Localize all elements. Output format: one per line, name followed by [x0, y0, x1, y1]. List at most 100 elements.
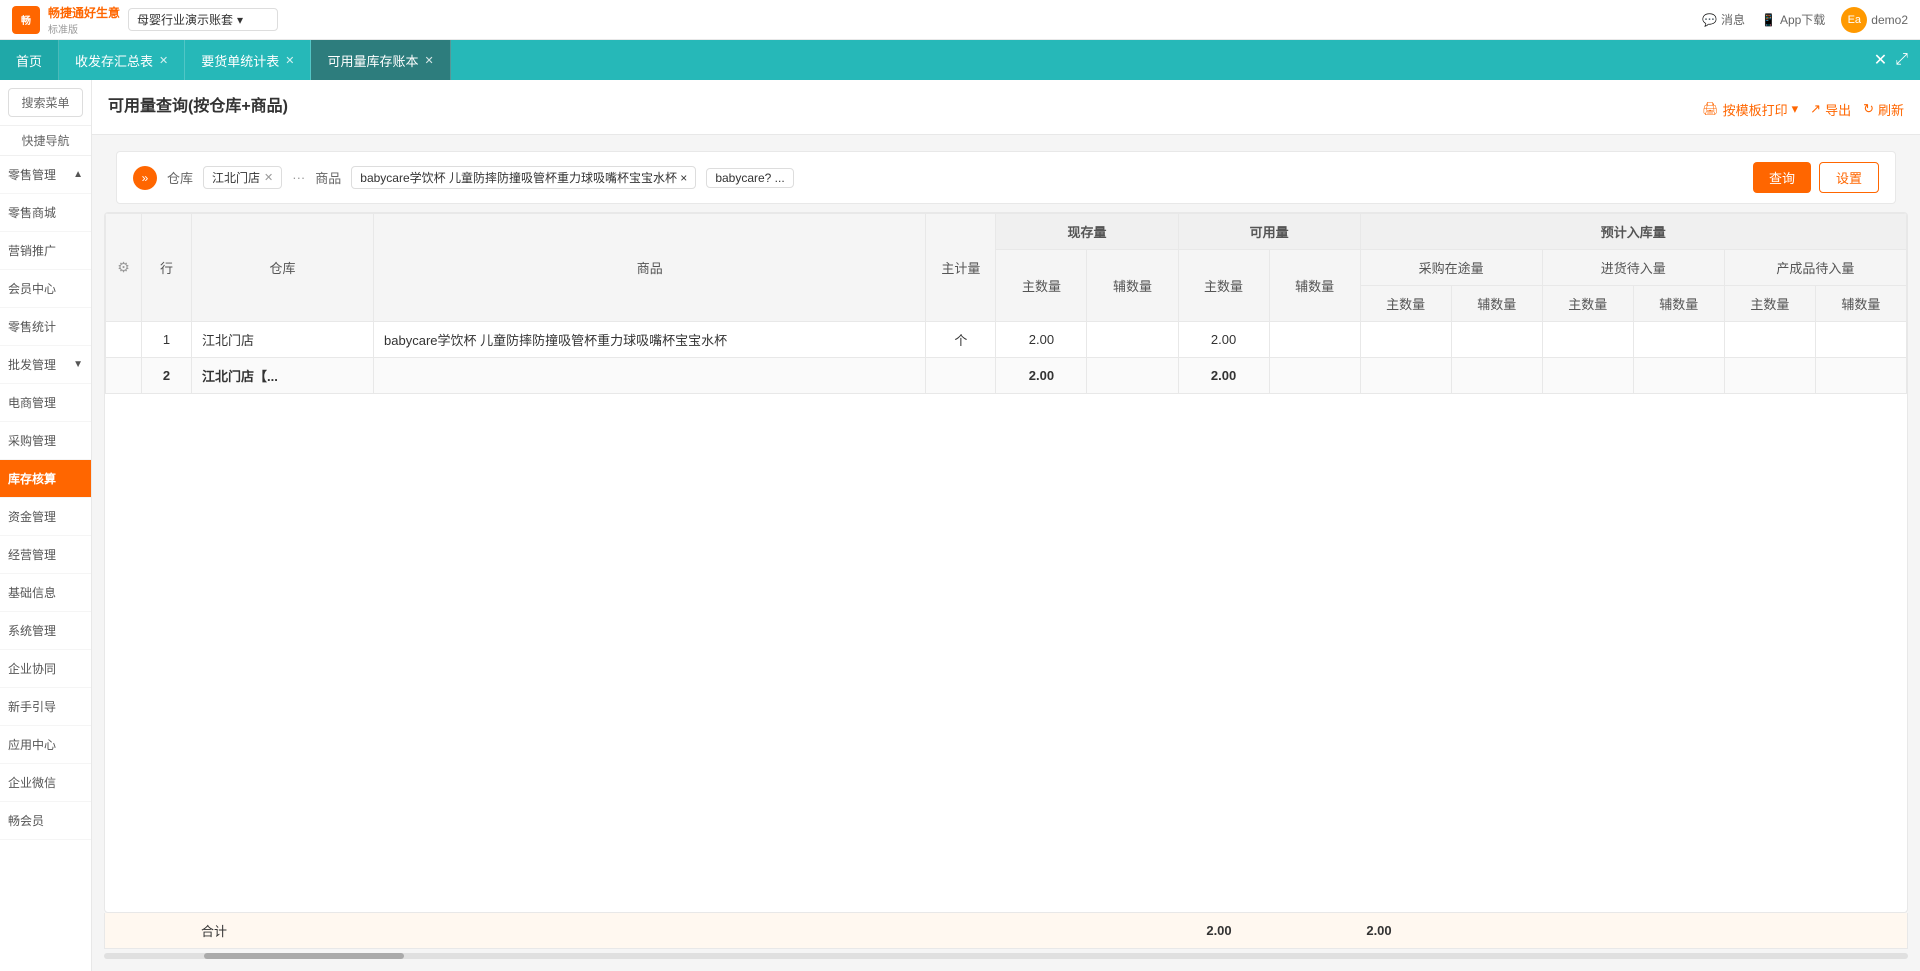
row-current-aux-2	[1087, 358, 1178, 394]
close-all-tabs-button[interactable]: ✕	[1874, 50, 1887, 70]
content-area: 可用量查询(按仓库+商品) 🖨 按模板打印 ▾ ↗ 导出 ↻ 刷新	[92, 80, 1920, 971]
tab-purchasestat[interactable]: 要货单统计表 ✕	[185, 40, 311, 80]
sidebar-item-retail-mgmt[interactable]: 零售管理	[0, 156, 91, 194]
tab-inventory[interactable]: 可用量库存账本 ✕	[311, 40, 450, 80]
row-current-main-2: 2.00	[996, 358, 1087, 394]
filter-section: » 仓库 江北门店 ✕ ··· 商品 babycare学饮杯 儿童防摔防撞吸管杯…	[92, 135, 1920, 212]
row-purchase-transit-main-2	[1360, 358, 1451, 394]
th-current-stock-group: 现存量	[996, 214, 1178, 250]
sidebar-item-new-guide[interactable]: 新手引导	[0, 688, 91, 726]
sidebar-item-enterprise-collab[interactable]: 企业协同	[0, 650, 91, 688]
message-button[interactable]: 💬 消息	[1702, 11, 1745, 28]
th-purchase-transit-main: 主数量	[1360, 286, 1451, 322]
row-pending-aux-2	[1633, 358, 1724, 394]
print-icon: 🖨	[1702, 101, 1719, 117]
top-bar-right: 💬 消息 📱 App下载 Ea demo2	[1702, 7, 1908, 33]
th-pending-aux: 辅数量	[1633, 286, 1724, 322]
sidebar-item-wholesale-mgmt[interactable]: 批发管理	[0, 346, 91, 384]
row-purchase-transit-aux-1	[1451, 322, 1542, 358]
sidebar-search-area: 搜索菜单	[0, 80, 91, 126]
sidebar-search-button[interactable]: 搜索菜单	[8, 88, 83, 117]
th-available-aux-qty: 辅数量	[1269, 250, 1360, 322]
tab-home[interactable]: 首页	[0, 40, 59, 80]
tab-receivepay[interactable]: 收发存汇总表 ✕	[59, 40, 185, 80]
th-planned-inbound-group: 预计入库量	[1360, 214, 1906, 250]
workspace-selector[interactable]: 母婴行业演示账套 ▾	[128, 8, 278, 31]
user-profile[interactable]: Ea demo2	[1841, 7, 1908, 33]
sidebar-item-member[interactable]: 会员中心	[0, 270, 91, 308]
export-button[interactable]: ↗ 导出	[1810, 100, 1851, 119]
remove-warehouse-tag-button[interactable]: ✕	[264, 171, 273, 184]
row-pending-aux-1	[1633, 322, 1724, 358]
close-tab-receivepay[interactable]: ✕	[159, 54, 168, 67]
sidebar-item-system[interactable]: 系统管理	[0, 612, 91, 650]
th-purchase-transit-aux: 辅数量	[1451, 286, 1542, 322]
sidebar-item-operations[interactable]: 经营管理	[0, 536, 91, 574]
row-pending-main-2	[1542, 358, 1633, 394]
close-tab-purchasestat[interactable]: ✕	[285, 54, 294, 67]
logo-icon: 畅	[12, 6, 40, 34]
th-main-unit: 主计量	[926, 214, 996, 322]
sidebar-item-basic-info[interactable]: 基础信息	[0, 574, 91, 612]
brand-info: 畅捷通好生意 标准版	[48, 4, 120, 36]
download-icon: 📱	[1761, 13, 1776, 27]
print-button[interactable]: 🖨 按模板打印 ▾	[1702, 100, 1798, 119]
th-current-aux-qty: 辅数量	[1087, 250, 1178, 322]
row-purchase-transit-aux-2	[1451, 358, 1542, 394]
th-warehouse: 仓库	[192, 214, 374, 322]
filter-dots-button[interactable]: ···	[292, 170, 305, 185]
sidebar-item-marketing[interactable]: 营销推广	[0, 232, 91, 270]
horizontal-scrollbar[interactable]	[104, 949, 1908, 963]
sidebar-item-retail-stats[interactable]: 零售统计	[0, 308, 91, 346]
row-production-aux-2	[1815, 358, 1906, 394]
app-download-button[interactable]: 📱 App下载	[1761, 11, 1825, 28]
th-current-main-qty: 主数量	[996, 250, 1087, 322]
row-production-main-2	[1724, 358, 1815, 394]
sidebar-item-inventory-check[interactable]: 库存核算	[0, 460, 91, 498]
th-product: 商品	[374, 214, 926, 322]
expand-window-button[interactable]: ⤢	[1895, 51, 1908, 69]
refresh-icon: ↻	[1863, 101, 1874, 117]
nav-tabs: 首页 收发存汇总表 ✕ 要货单统计表 ✕ 可用量库存账本 ✕ ✕ ⤢	[0, 40, 1920, 80]
sidebar-item-purchase[interactable]: 采购管理	[0, 422, 91, 460]
sidebar-item-app-center[interactable]: 应用中心	[0, 726, 91, 764]
row-available-main-1: 2.00	[1178, 322, 1269, 358]
row-num-2: 2	[142, 358, 192, 394]
row-purchase-transit-main-1	[1360, 322, 1451, 358]
row-available-aux-2	[1269, 358, 1360, 394]
settings-button[interactable]: 设置	[1819, 162, 1879, 193]
sidebar-item-members[interactable]: 畅会员	[0, 802, 91, 840]
table-settings-icon[interactable]: ⚙	[117, 259, 130, 275]
row-product-2	[374, 358, 926, 394]
top-bar: 畅 畅捷通好生意 标准版 母婴行业演示账套 ▾ 💬 消息 📱 App下载 Ea …	[0, 0, 1920, 40]
th-purchase-in-transit: 采购在途量	[1360, 250, 1542, 286]
sidebar-item-finance[interactable]: 资金管理	[0, 498, 91, 536]
row-pending-main-1	[1542, 322, 1633, 358]
inventory-table: ⚙ 行 仓库 商品 主计量 现存量 可用量 预计入库量 主数量 辅数量 主数量	[105, 213, 1907, 394]
sidebar-item-ecommerce[interactable]: 电商管理	[0, 384, 91, 422]
message-icon: 💬	[1702, 13, 1717, 27]
row-product-1: babycare学饮杯 儿童防摔防撞吸管杯重力球吸嘴杯宝宝水杯	[374, 322, 926, 358]
row-settings-1	[106, 322, 142, 358]
table-container: ⚙ 行 仓库 商品 主计量 现存量 可用量 预计入库量 主数量 辅数量 主数量	[104, 212, 1908, 913]
query-button[interactable]: 查询	[1753, 162, 1811, 193]
chevron-down-print-icon: ▾	[1792, 101, 1799, 117]
row-production-aux-1	[1815, 322, 1906, 358]
sidebar-quick-nav[interactable]: 快捷导航	[0, 126, 91, 156]
sidebar: 搜索菜单 快捷导航 零售管理 零售商城 营销推广 会员中心 零售统计 批发管理 …	[0, 80, 92, 971]
row-num-1: 1	[142, 322, 192, 358]
th-pending-main: 主数量	[1542, 286, 1633, 322]
chevron-down-icon: ▾	[237, 13, 243, 27]
sidebar-item-retail-mall[interactable]: 零售商城	[0, 194, 91, 232]
row-available-main-2: 2.00	[1178, 358, 1269, 394]
brand-subtitle: 标准版	[48, 21, 120, 36]
top-bar-left: 畅 畅捷通好生意 标准版 母婴行业演示账套 ▾	[12, 4, 278, 36]
refresh-button[interactable]: ↻ 刷新	[1863, 100, 1904, 119]
expand-filter-button[interactable]: »	[133, 166, 157, 190]
sidebar-item-enterprise-wechat[interactable]: 企业微信	[0, 764, 91, 802]
th-row: 行	[142, 214, 192, 322]
scrollbar-thumb[interactable]	[204, 953, 404, 959]
nav-tabs-actions: ✕ ⤢	[1874, 50, 1920, 70]
row-current-aux-1	[1087, 322, 1178, 358]
close-tab-inventory[interactable]: ✕	[425, 54, 434, 67]
